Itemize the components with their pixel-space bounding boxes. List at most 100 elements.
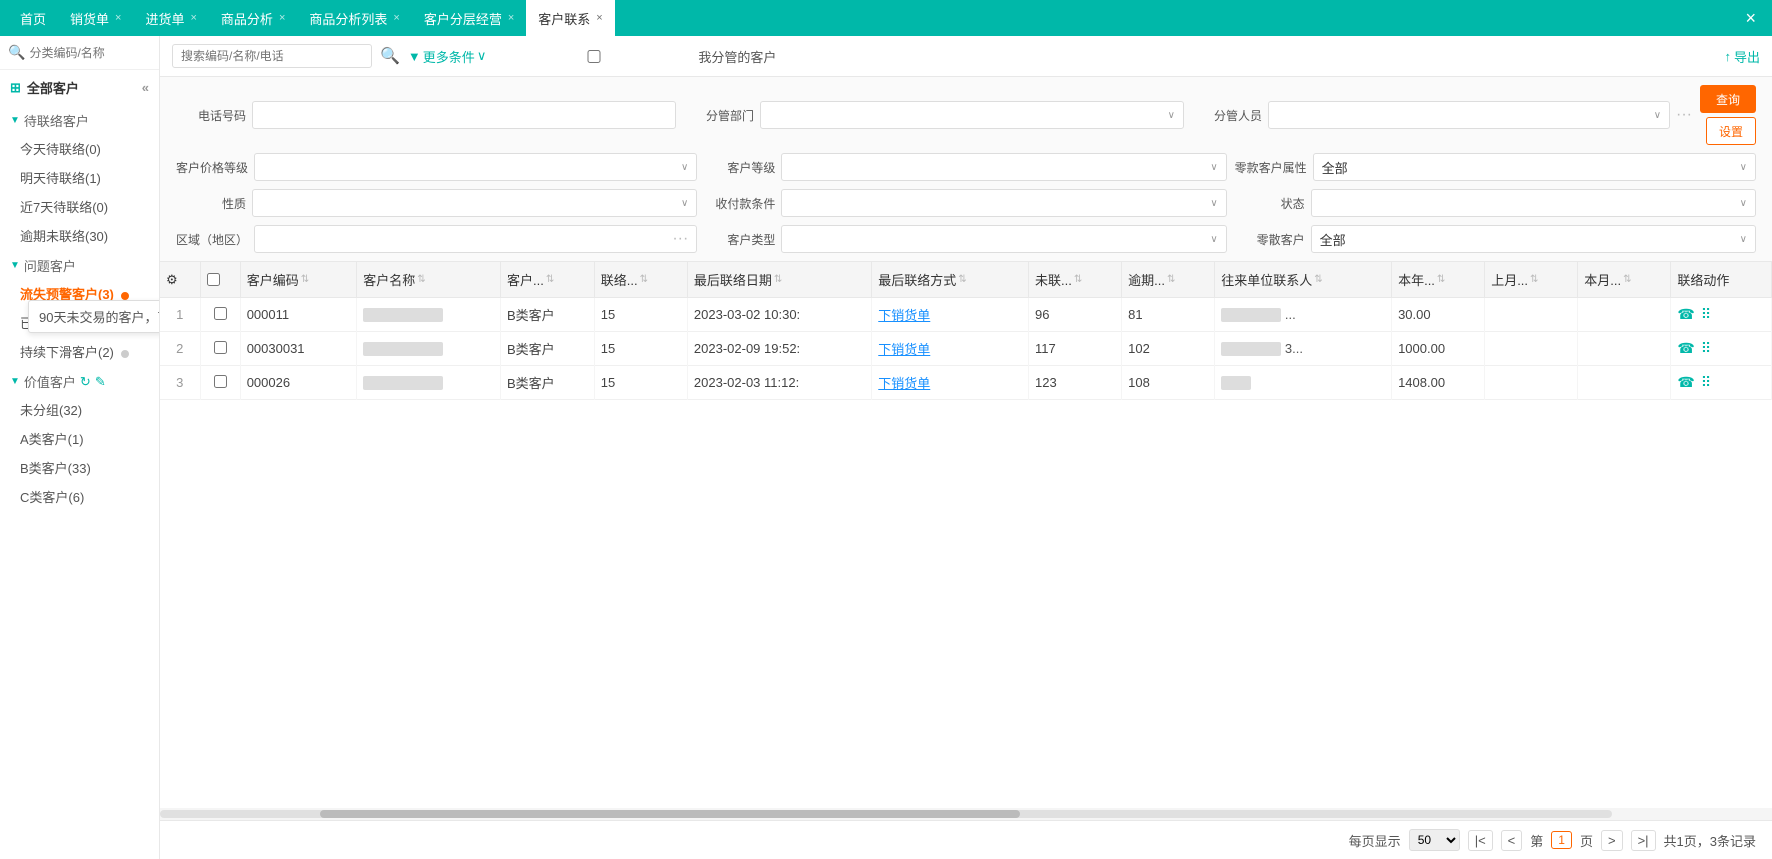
more-actions-icon-3[interactable]: ⠿ xyxy=(1701,374,1711,391)
per-page-select[interactable]: 50 100 xyxy=(1409,829,1460,851)
phone-input[interactable] xyxy=(252,101,676,129)
filter-row-1: 电话号码 分管部门 ∨ 分管人员 ∨ ··· xyxy=(176,85,1756,145)
close-purchase-tab[interactable]: × xyxy=(190,12,196,24)
nav-customer-contact[interactable]: 客户联系 × xyxy=(526,0,614,36)
query-button[interactable]: 查询 xyxy=(1700,85,1756,113)
select-all-checkbox[interactable] xyxy=(207,273,220,286)
row-code-1: 000011 xyxy=(240,298,357,332)
row-unlisted-3: 123 xyxy=(1029,366,1122,400)
status-select[interactable]: ∨ xyxy=(1311,189,1756,217)
type-arrow: ∨ xyxy=(1210,234,1217,245)
nav-customer-segment[interactable]: 客户分层经营 × xyxy=(412,0,526,36)
search-input[interactable] xyxy=(172,44,372,68)
last-page-btn[interactable]: >| xyxy=(1631,830,1656,851)
edit-icon[interactable]: ✎ xyxy=(95,374,106,390)
status-arrow: ∨ xyxy=(1740,198,1747,209)
sidebar-root[interactable]: ⊞ 全部客户 « xyxy=(0,70,159,105)
th-settings[interactable]: ⚙ xyxy=(160,262,200,298)
filter-status: 状态 ∨ xyxy=(1235,189,1756,217)
close-contact-tab[interactable]: × xyxy=(596,12,602,24)
sidebar-item-tomorrow[interactable]: 明天待联络(1) xyxy=(0,163,159,192)
collapse-icon[interactable]: « xyxy=(142,80,149,95)
customer-level-select[interactable]: ∨ xyxy=(781,153,1226,181)
region-select[interactable]: ··· xyxy=(254,225,697,253)
export-button[interactable]: ↑ 导出 xyxy=(1724,47,1760,66)
sidebar-search-icon: 🔍 xyxy=(8,44,25,61)
contact-icon-3[interactable]: ☎ xyxy=(1677,374,1694,391)
sidebar-item-7days[interactable]: 近7天待联络(0) xyxy=(0,192,159,221)
th-unlisted: 未联... ⇅ xyxy=(1029,262,1122,298)
row-checkbox-3[interactable] xyxy=(200,366,240,400)
sidebar-item-a-class[interactable]: A类客户(1) xyxy=(0,424,159,453)
filter-dept: 分管部门 ∨ xyxy=(684,101,1184,129)
sort-icon-code: ⇅ xyxy=(301,274,309,285)
prev-page-btn[interactable]: < xyxy=(1501,830,1523,851)
sidebar-item-today[interactable]: 今天待联络(0) xyxy=(0,134,159,163)
th-this-year: 本年... ⇅ xyxy=(1392,262,1485,298)
search-button[interactable]: 🔍 xyxy=(380,46,400,66)
settings-icon[interactable]: ⚙ xyxy=(166,272,178,288)
sidebar-group-pending[interactable]: ▼ 待联络客户 xyxy=(0,105,159,134)
sidebar-group-problem[interactable]: ▼ 问题客户 xyxy=(0,250,159,279)
gender-label: 性质 xyxy=(176,195,246,212)
gender-select[interactable]: ∨ xyxy=(252,189,697,217)
first-page-btn[interactable]: |< xyxy=(1468,830,1493,851)
sidebar-item-overdue[interactable]: 逾期未联络(30) xyxy=(0,221,159,250)
settings-button[interactable]: 设置 xyxy=(1706,117,1756,145)
nav-home[interactable]: 首页 xyxy=(8,0,58,36)
close-sales-tab[interactable]: × xyxy=(115,12,121,24)
row-method-2[interactable]: 下销货单 xyxy=(872,332,1029,366)
close-analysis-tab[interactable]: × xyxy=(279,12,285,24)
row-method-1[interactable]: 下销货单 xyxy=(872,298,1029,332)
contact-icon-2[interactable]: ☎ xyxy=(1677,340,1694,357)
sidebar-search-input[interactable] xyxy=(29,46,151,60)
person-more-btn[interactable]: ··· xyxy=(1676,106,1692,124)
more-actions-icon-2[interactable]: ⠿ xyxy=(1701,340,1711,357)
sidebar-item-b-class[interactable]: B类客户(33) xyxy=(0,453,159,482)
table-header-row: ⚙ 客户编码 ⇅ 客户名称 xyxy=(160,262,1772,298)
scroll-thumb[interactable] xyxy=(320,810,1020,818)
page-label: 第 xyxy=(1530,831,1543,850)
gender-arrow: ∨ xyxy=(681,198,688,209)
nav-sales[interactable]: 销货单 × xyxy=(58,0,133,36)
horizontal-scrollbar[interactable] xyxy=(160,808,1772,820)
more-conditions-button[interactable]: ▼ 更多条件 ∨ xyxy=(408,47,486,66)
nav-analysis-list[interactable]: 商品分析列表 × xyxy=(297,0,411,36)
row-index-3: 3 xyxy=(160,366,200,400)
payment-select[interactable]: ∨ xyxy=(781,189,1226,217)
sort-icon-year: ⇅ xyxy=(1437,274,1445,285)
person-select[interactable]: ∨ xyxy=(1268,101,1670,129)
scroll-track xyxy=(160,810,1612,818)
sidebar-group-value[interactable]: ▼ 价值客户 ↻ ✎ xyxy=(0,366,159,395)
row-checkbox-1[interactable] xyxy=(200,298,240,332)
sidebar-item-ungrouped[interactable]: 未分组(32) xyxy=(0,395,159,424)
dept-select[interactable]: ∨ xyxy=(760,101,1184,129)
sort-icon-lmonth: ⇅ xyxy=(1530,274,1538,285)
my-customers-checkbox[interactable] xyxy=(494,50,694,63)
region-more-btn[interactable]: ··· xyxy=(672,230,688,248)
my-customers-checkbox-label[interactable]: 我分管的客户 xyxy=(494,47,776,66)
row-select-3[interactable] xyxy=(214,375,227,388)
window-close-btn[interactable]: × xyxy=(1737,8,1764,29)
sidebar-item-c-class[interactable]: C类客户(6) xyxy=(0,482,159,511)
zero-customer-select[interactable]: 全部 ∨ xyxy=(1311,225,1756,253)
row-checkbox-2[interactable] xyxy=(200,332,240,366)
row-select-1[interactable] xyxy=(214,307,227,320)
row-method-3[interactable]: 下销货单 xyxy=(872,366,1029,400)
sidebar-item-declining[interactable]: 持续下滑客户(2) xyxy=(0,337,159,366)
row-overdue-3: 108 xyxy=(1122,366,1215,400)
nav-purchase[interactable]: 进货单 × xyxy=(133,0,208,36)
close-analysis-list-tab[interactable]: × xyxy=(393,12,399,24)
contact-icon-1[interactable]: ☎ xyxy=(1677,306,1694,323)
zero-attr-select[interactable]: 全部 ∨ xyxy=(1313,153,1756,181)
close-segment-tab[interactable]: × xyxy=(508,12,514,24)
next-page-btn[interactable]: > xyxy=(1601,830,1623,851)
customer-type-select[interactable]: ∨ xyxy=(781,225,1226,253)
more-actions-icon-1[interactable]: ⠿ xyxy=(1701,306,1711,323)
filter-zero-attr: 零款客户属性 全部 ∨ xyxy=(1235,153,1756,181)
refresh-icon[interactable]: ↻ xyxy=(80,374,91,390)
price-level-select[interactable]: ∨ xyxy=(254,153,697,181)
level-arrow: ∨ xyxy=(1210,162,1217,173)
row-select-2[interactable] xyxy=(214,341,227,354)
nav-analysis[interactable]: 商品分析 × xyxy=(209,0,297,36)
